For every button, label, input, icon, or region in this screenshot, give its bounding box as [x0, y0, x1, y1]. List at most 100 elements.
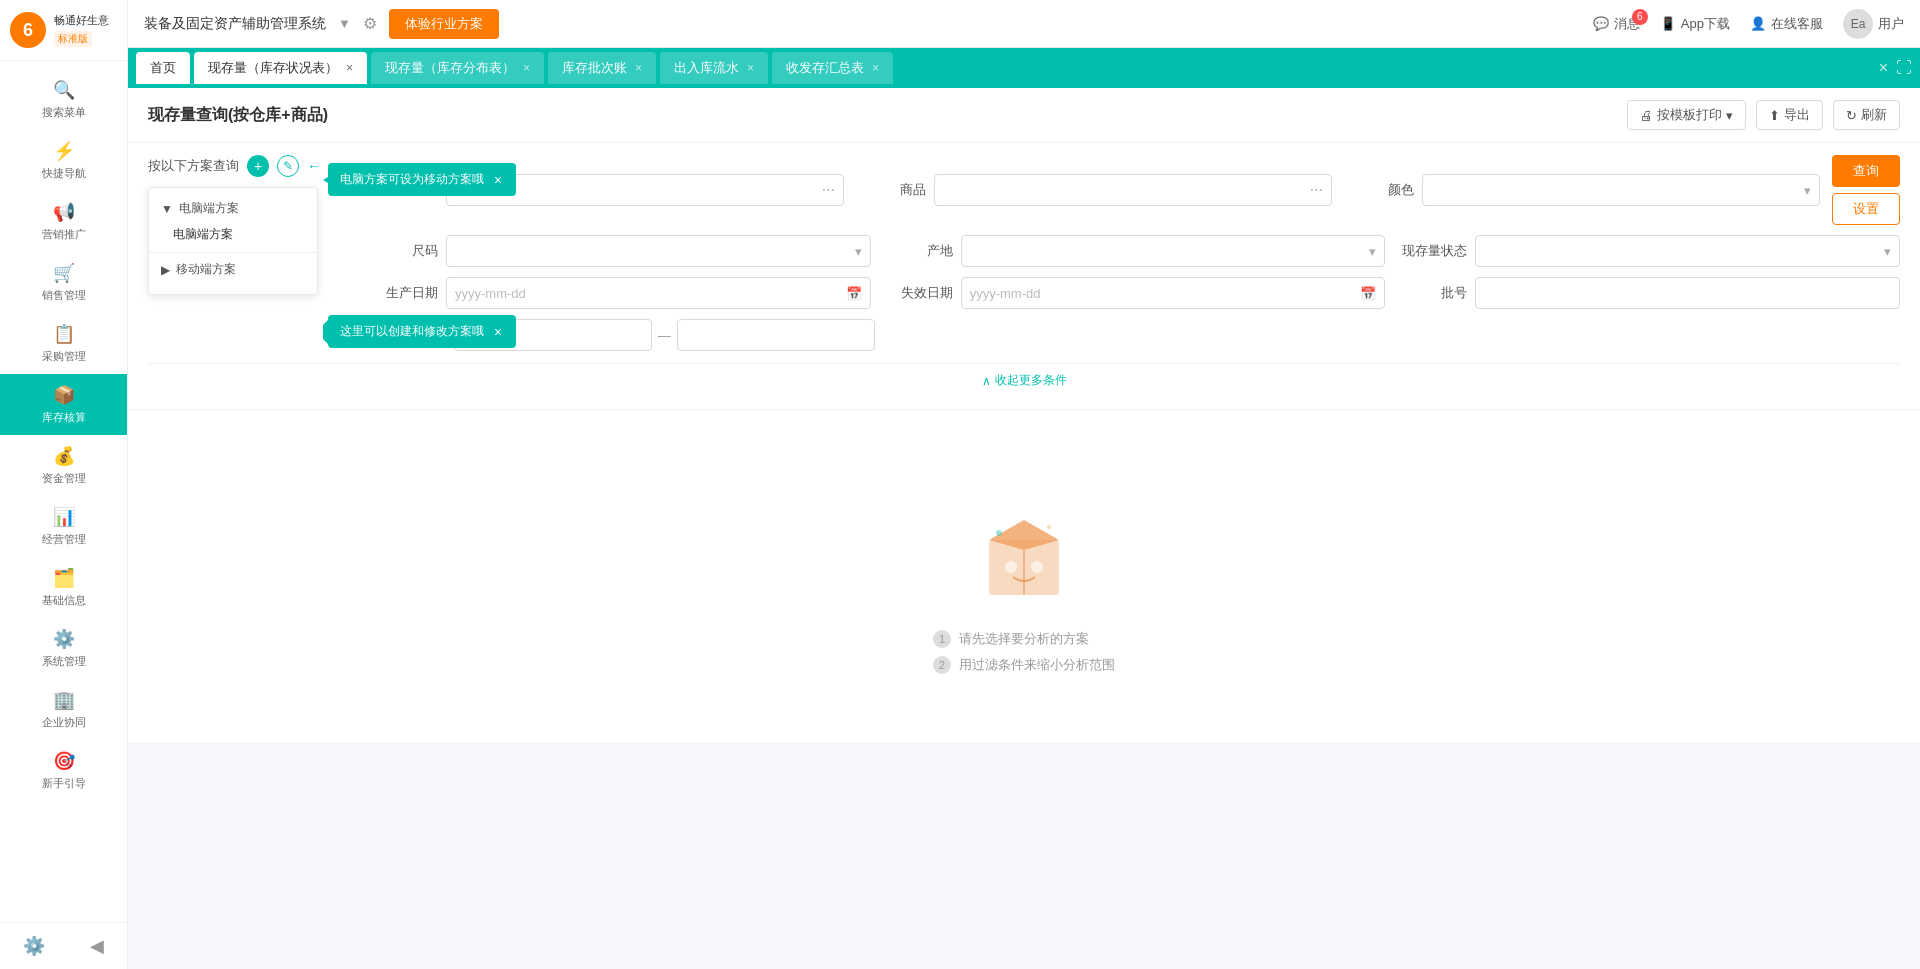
sidebar-item-label: 采购管理	[42, 349, 86, 364]
warehouse-dots-icon[interactable]: ···	[822, 181, 835, 199]
sidebar-item-basic[interactable]: 🗂️ 基础信息	[0, 557, 127, 618]
mfg-date-field: 生产日期 yyyy-mm-dd 📅	[368, 277, 871, 309]
set-button[interactable]: 设置	[1832, 193, 1900, 225]
mobile-scheme-section-title[interactable]: ▶ 移动端方案	[149, 257, 317, 282]
arrow-icon: ▶	[161, 263, 170, 277]
pc-scheme-item[interactable]: 电脑端方案	[149, 221, 317, 248]
sidebar-item-label: 系统管理	[42, 654, 86, 669]
tab-close-icon[interactable]: ×	[523, 61, 530, 75]
operations-icon: 📊	[53, 506, 75, 528]
search-button[interactable]: 查询	[1832, 155, 1900, 187]
settings-button[interactable]: ⚙️	[23, 935, 45, 957]
tooltip-edit-close-button[interactable]: ×	[492, 324, 504, 340]
sidebar-item-sales[interactable]: 🛒 销售管理	[0, 252, 127, 313]
goods-select[interactable]: ···	[934, 174, 1332, 206]
sidebar-item-label: 快捷导航	[42, 166, 86, 181]
sales-icon: 🛒	[53, 262, 75, 284]
settings-gear-icon[interactable]: ⚙	[363, 14, 377, 33]
goods-dots-icon[interactable]: ···	[1310, 181, 1323, 199]
message-icon: 💬	[1593, 16, 1609, 31]
tab-close-icon[interactable]: ×	[747, 61, 754, 75]
support-action[interactable]: 👤 在线客服	[1750, 15, 1823, 33]
tab-inventory-dist[interactable]: 现存量（库存分布表） ×	[371, 52, 544, 84]
stock-status-dropdown-icon: ▾	[1884, 244, 1891, 259]
trial-button[interactable]: 体验行业方案	[389, 9, 499, 39]
tab-inout[interactable]: 出入库流水 ×	[660, 52, 768, 84]
tab-fullscreen-icon[interactable]: ⛶	[1896, 59, 1912, 77]
tooltip-pc-close-button[interactable]: ×	[492, 172, 504, 188]
app-download-icon: 📱	[1660, 16, 1676, 31]
sidebar-item-system[interactable]: ⚙️ 系统管理	[0, 618, 127, 679]
sidebar-bottom: ⚙️ ◀	[0, 922, 127, 969]
origin-select[interactable]: ▾	[961, 235, 1386, 267]
pc-scheme-section: ▼ 电脑端方案 电脑端方案	[149, 196, 317, 248]
sidebar-item-label: 营销推广	[42, 227, 86, 242]
page-actions: 🖨 按模板打印 ▾ ⬆ 导出 ↻ 刷新	[1627, 100, 1900, 130]
refresh-button[interactable]: ↻ 刷新	[1833, 100, 1900, 130]
sidebar-item-marketing[interactable]: 📢 营销推广	[0, 191, 127, 252]
enterprise-icon: 🏢	[53, 689, 75, 711]
stock-qty-max-input[interactable]	[677, 319, 875, 351]
empty-svg-icon	[969, 495, 1079, 605]
tab-home[interactable]: 首页	[136, 52, 190, 84]
print-button[interactable]: 🖨 按模板打印 ▾	[1627, 100, 1746, 130]
tab-close-icon[interactable]: ×	[635, 61, 642, 75]
export-icon: ⬆	[1769, 108, 1780, 123]
pc-scheme-section-title[interactable]: ▼ 电脑端方案	[149, 196, 317, 221]
user-action[interactable]: Ea 用户	[1843, 9, 1904, 39]
color-field: 颜色 ▾	[1344, 174, 1820, 206]
tab-close-icon[interactable]: ×	[346, 61, 353, 75]
sidebar-item-purchase[interactable]: 📋 采购管理	[0, 313, 127, 374]
sidebar-item-inventory[interactable]: 📦 库存核算	[0, 374, 127, 435]
filter-fields: 按仓库 ··· 商品	[348, 155, 1900, 355]
tab-label: 出入库流水	[674, 59, 739, 77]
batch-no-input[interactable]	[1475, 277, 1900, 309]
sidebar-item-enterprise[interactable]: 🏢 企业协同	[0, 679, 127, 740]
add-scheme-button[interactable]: +	[247, 155, 269, 177]
collapse-sidebar-button[interactable]: ◀	[90, 935, 104, 957]
print-dropdown-icon: ▾	[1726, 108, 1733, 123]
export-button[interactable]: ⬆ 导出	[1756, 100, 1823, 130]
system-select-arrow[interactable]: ▼	[338, 16, 351, 31]
size-field: 尺码 ▾	[368, 235, 871, 267]
exp-date-input[interactable]: yyyy-mm-dd 📅	[961, 277, 1386, 309]
tab-close-icon[interactable]: ×	[872, 61, 879, 75]
size-select[interactable]: ▾	[446, 235, 871, 267]
tooltip-edit-scheme: ​ 这里可以创建和修改方案哦 ×	[328, 315, 516, 348]
scheme-panel: ▼ 电脑端方案 电脑端方案 ▶	[148, 187, 318, 295]
page-header: 现存量查询(按仓库+商品) 🖨 按模板打印 ▾ ⬆ 导出 ↻ 刷新	[128, 88, 1920, 143]
sidebar-item-operations[interactable]: 📊 经营管理	[0, 496, 127, 557]
tab-label: 收发存汇总表	[786, 59, 864, 77]
step-1-num: 1	[933, 630, 951, 648]
stock-status-select[interactable]: ▾	[1475, 235, 1900, 267]
empty-steps: 1 请先选择要分析的方案 2 用过滤条件来缩小分析范围	[933, 630, 1115, 682]
tab-close-all-icon[interactable]: ×	[1879, 59, 1888, 77]
tab-inventory-status[interactable]: 现存量（库存状况表） ×	[194, 52, 367, 84]
app-download-action[interactable]: 📱 App下载	[1660, 15, 1730, 33]
sidebar-item-finance[interactable]: 💰 资金管理	[0, 435, 127, 496]
filter-area: 按以下方案查询 + ✎ ← ▼ 电脑端方案	[128, 143, 1920, 410]
sidebar-item-quicknav[interactable]: ⚡ 快捷导航	[0, 130, 127, 191]
tab-label: 首页	[150, 59, 176, 77]
refresh-icon: ↻	[1846, 108, 1857, 123]
support-icon: 👤	[1750, 16, 1766, 31]
edit-scheme-button[interactable]: ✎	[277, 155, 299, 177]
svg-point-6	[1047, 525, 1051, 529]
sidebar-item-search[interactable]: 🔍 搜索菜单	[0, 69, 127, 130]
step-1-text: 请先选择要分析的方案	[959, 630, 1089, 648]
goods-field: 商品 ···	[856, 174, 1332, 206]
collapse-bar[interactable]: ∧ 收起更多条件	[148, 363, 1900, 397]
mfg-date-input[interactable]: yyyy-mm-dd 📅	[446, 277, 871, 309]
sidebar: 6 畅通好生意 标准版 🔍 搜索菜单 ⚡ 快捷导航 📢 营销推广 🛒 销售管理 …	[0, 0, 128, 969]
purchase-icon: 📋	[53, 323, 75, 345]
tab-collect[interactable]: 收发存汇总表 ×	[772, 52, 893, 84]
origin-dropdown-icon: ▾	[1369, 244, 1376, 259]
message-action[interactable]: 💬 消息 6	[1593, 15, 1640, 33]
step-2-text: 用过滤条件来缩小分析范围	[959, 656, 1115, 674]
empty-step-2: 2 用过滤条件来缩小分析范围	[933, 656, 1115, 674]
tab-batch[interactable]: 库存批次账 ×	[548, 52, 656, 84]
scheme-left-arrow[interactable]: ←	[307, 158, 321, 174]
color-select[interactable]: ▾	[1422, 174, 1820, 206]
tab-label: 库存批次账	[562, 59, 627, 77]
sidebar-item-guide[interactable]: 🎯 新手引导	[0, 740, 127, 801]
